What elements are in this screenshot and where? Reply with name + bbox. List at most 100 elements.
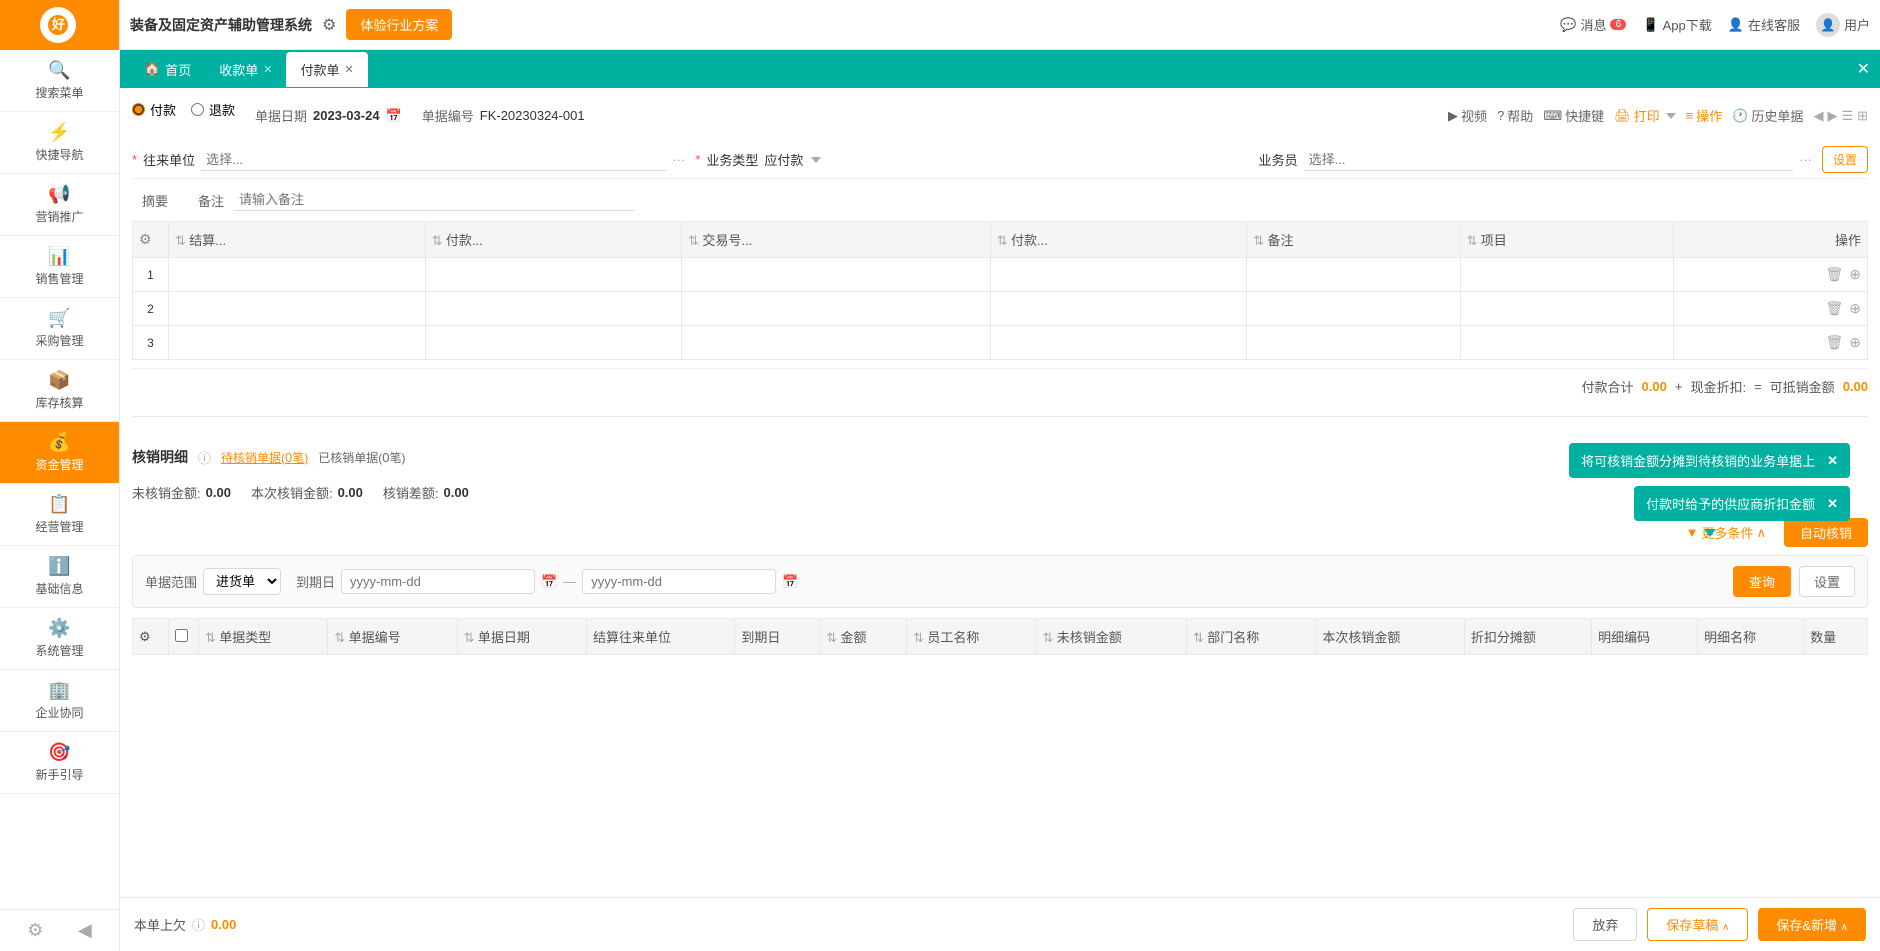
due-date-to-input[interactable] <box>582 569 776 594</box>
due-date-from-input[interactable] <box>341 569 535 594</box>
app-download-button[interactable]: 📱 App下载 <box>1642 15 1711 34</box>
bth-checkbox[interactable] <box>169 619 199 655</box>
sidebar-item-system[interactable]: ⚙️ 系统管理 <box>0 608 119 670</box>
cell-remark-2[interactable] <box>1247 292 1460 326</box>
th-gear[interactable]: ⚙ <box>133 222 169 258</box>
tab-home[interactable]: 🏠 首页 <box>130 52 205 87</box>
close-all-tabs-icon[interactable]: ✕ <box>1857 59 1870 79</box>
cell-project-2[interactable] <box>1460 292 1673 326</box>
delete-row-icon-1[interactable]: 🗑 <box>1825 266 1843 283</box>
calendar-icon[interactable]: 📅 <box>386 108 402 124</box>
bth-current-verify: 本次核销金额 <box>1316 619 1464 655</box>
collapse-icon[interactable]: ◀ <box>78 920 92 941</box>
sidebar-item-enterprise[interactable]: 🏢 企业协同 <box>0 670 119 732</box>
doc-range-select[interactable]: 进货单 <box>203 568 281 595</box>
history-btn[interactable]: 🕐 历史单据 <box>1732 106 1803 125</box>
select-all-checkbox[interactable] <box>175 629 188 642</box>
sidebar-item-marketing[interactable]: 📢 营销推广 <box>0 174 119 236</box>
cell-remark-1[interactable] <box>1247 258 1460 292</box>
cell-account-2[interactable] <box>425 292 682 326</box>
print-label: 打印 <box>1634 106 1660 125</box>
refund-radio[interactable]: 退款 <box>191 100 235 119</box>
sidebar-item-sales[interactable]: 📊 销售管理 <box>0 236 119 298</box>
app-download-label: App下载 <box>1663 15 1712 34</box>
copy-row-icon-3[interactable]: ⊕ <box>1849 334 1861 351</box>
th-action-label: 操作 <box>1835 233 1861 248</box>
cell-remark-3[interactable] <box>1247 326 1460 360</box>
sidebar-item-new-guide[interactable]: 🎯 新手引导 <box>0 732 119 794</box>
cell-settlement-2[interactable] <box>169 292 426 326</box>
cell-amount-3[interactable] <box>990 326 1247 360</box>
settings-icon[interactable]: ⚙ <box>322 15 336 35</box>
verified-tab-link[interactable]: 已核销单据(0笔) <box>318 449 405 466</box>
tab-payment[interactable]: 付款单 ✕ <box>286 52 367 87</box>
trial-button[interactable]: 体验行业方案 <box>346 9 452 40</box>
refund-radio-input[interactable] <box>191 103 204 116</box>
setup-button[interactable]: 设置 <box>1799 566 1855 597</box>
delete-row-icon-2[interactable]: 🗑 <box>1825 300 1843 317</box>
sidebar-item-inventory[interactable]: 📦 库存核算 <box>0 360 119 422</box>
close-receipt-icon[interactable]: ✕ <box>263 63 272 76</box>
sidebar-item-quick-nav[interactable]: ⚡ 快捷导航 <box>0 112 119 174</box>
online-service-button[interactable]: 👤 在线客服 <box>1728 15 1800 34</box>
cell-project-1[interactable] <box>1460 258 1673 292</box>
sidebar-item-capital[interactable]: 💰 资金管理 <box>0 422 119 484</box>
user-button[interactable]: 👤 用户 <box>1816 13 1870 37</box>
print-btn[interactable]: 🖨 打印 <box>1614 106 1676 125</box>
discard-button[interactable]: 放弃 <box>1573 908 1637 941</box>
split-tooltip-close[interactable]: ✕ <box>1827 453 1838 469</box>
copy-row-icon-2[interactable]: ⊕ <box>1849 300 1861 317</box>
set-button[interactable]: 设置 <box>1822 146 1868 173</box>
cell-amount-2[interactable] <box>990 292 1247 326</box>
sidebar-item-purchase[interactable]: 🛒 采购管理 <box>0 298 119 360</box>
footer-total-info-icon[interactable]: ⓘ <box>192 915 205 934</box>
verification-info-icon[interactable]: ⓘ <box>198 448 211 467</box>
grid-view-icon[interactable]: ⊞ <box>1857 108 1868 124</box>
th-transaction: ⇅ 交易号... <box>682 222 991 258</box>
cell-settlement-3[interactable] <box>169 326 426 360</box>
operations-btn[interactable]: ≡ 操作 <box>1686 106 1723 125</box>
payment-radio-input[interactable] <box>132 103 145 116</box>
cell-amount-1[interactable] <box>990 258 1247 292</box>
remark-note-input[interactable] <box>234 189 634 211</box>
payment-radio[interactable]: 付款 <box>132 100 176 119</box>
help-btn[interactable]: ? 帮助 <box>1497 106 1533 125</box>
tab-receipt-label: 收款单 <box>219 60 258 79</box>
list-view-icon[interactable]: ☰ <box>1841 108 1853 124</box>
cell-account-3[interactable] <box>425 326 682 360</box>
discount-tooltip-close[interactable]: ✕ <box>1827 496 1838 512</box>
staff-input[interactable] <box>1304 149 1793 171</box>
settings-bottom-icon[interactable]: ⚙ <box>27 920 43 941</box>
cell-transaction-2[interactable] <box>682 292 991 326</box>
delete-row-icon-3[interactable]: 🗑 <box>1825 334 1843 351</box>
query-button[interactable]: 查询 <box>1733 566 1791 597</box>
tab-receipt[interactable]: 收款单 ✕ <box>205 52 286 87</box>
staff-more-icon[interactable]: ··· <box>1799 152 1812 167</box>
sidebar-item-operations[interactable]: 📋 经营管理 <box>0 484 119 546</box>
sidebar-item-label: 快捷导航 <box>35 146 83 163</box>
save-new-button[interactable]: 保存&新增 ∧ <box>1758 908 1866 941</box>
cell-transaction-3[interactable] <box>682 326 991 360</box>
sidebar-item-basic-info[interactable]: ℹ️ 基础信息 <box>0 546 119 608</box>
counterparty-more-icon[interactable]: ··· <box>672 152 685 167</box>
calendar-to-icon[interactable]: 📅 <box>782 574 798 590</box>
cell-settlement-1[interactable] <box>169 258 426 292</box>
cell-account-1[interactable] <box>425 258 682 292</box>
search-icon: 🔍 <box>48 60 70 81</box>
counterparty-input[interactable] <box>201 149 666 171</box>
cell-transaction-1[interactable] <box>682 258 991 292</box>
copy-row-icon-1[interactable]: ⊕ <box>1849 266 1861 283</box>
bth-due-date: 到期日 <box>735 619 820 655</box>
calendar-from-icon[interactable]: 📅 <box>541 574 557 590</box>
shortcut-btn[interactable]: ⌨ 快捷键 <box>1543 106 1604 125</box>
bth-gear[interactable]: ⚙ <box>133 619 169 655</box>
sidebar-item-search[interactable]: 🔍 搜索菜单 <box>0 50 119 112</box>
pending-tab-link[interactable]: 待核销单据(0笔) <box>221 449 308 466</box>
next-arrow-icon[interactable]: ▶ <box>1827 108 1837 124</box>
cell-project-3[interactable] <box>1460 326 1673 360</box>
draft-button[interactable]: 保存草稿 ∧ <box>1647 908 1748 941</box>
close-payment-icon[interactable]: ✕ <box>344 63 353 76</box>
prev-arrow-icon[interactable]: ◀ <box>1813 108 1823 124</box>
message-button[interactable]: 💬 消息 6 <box>1560 15 1626 34</box>
video-btn[interactable]: ▶ 视频 <box>1448 106 1487 125</box>
